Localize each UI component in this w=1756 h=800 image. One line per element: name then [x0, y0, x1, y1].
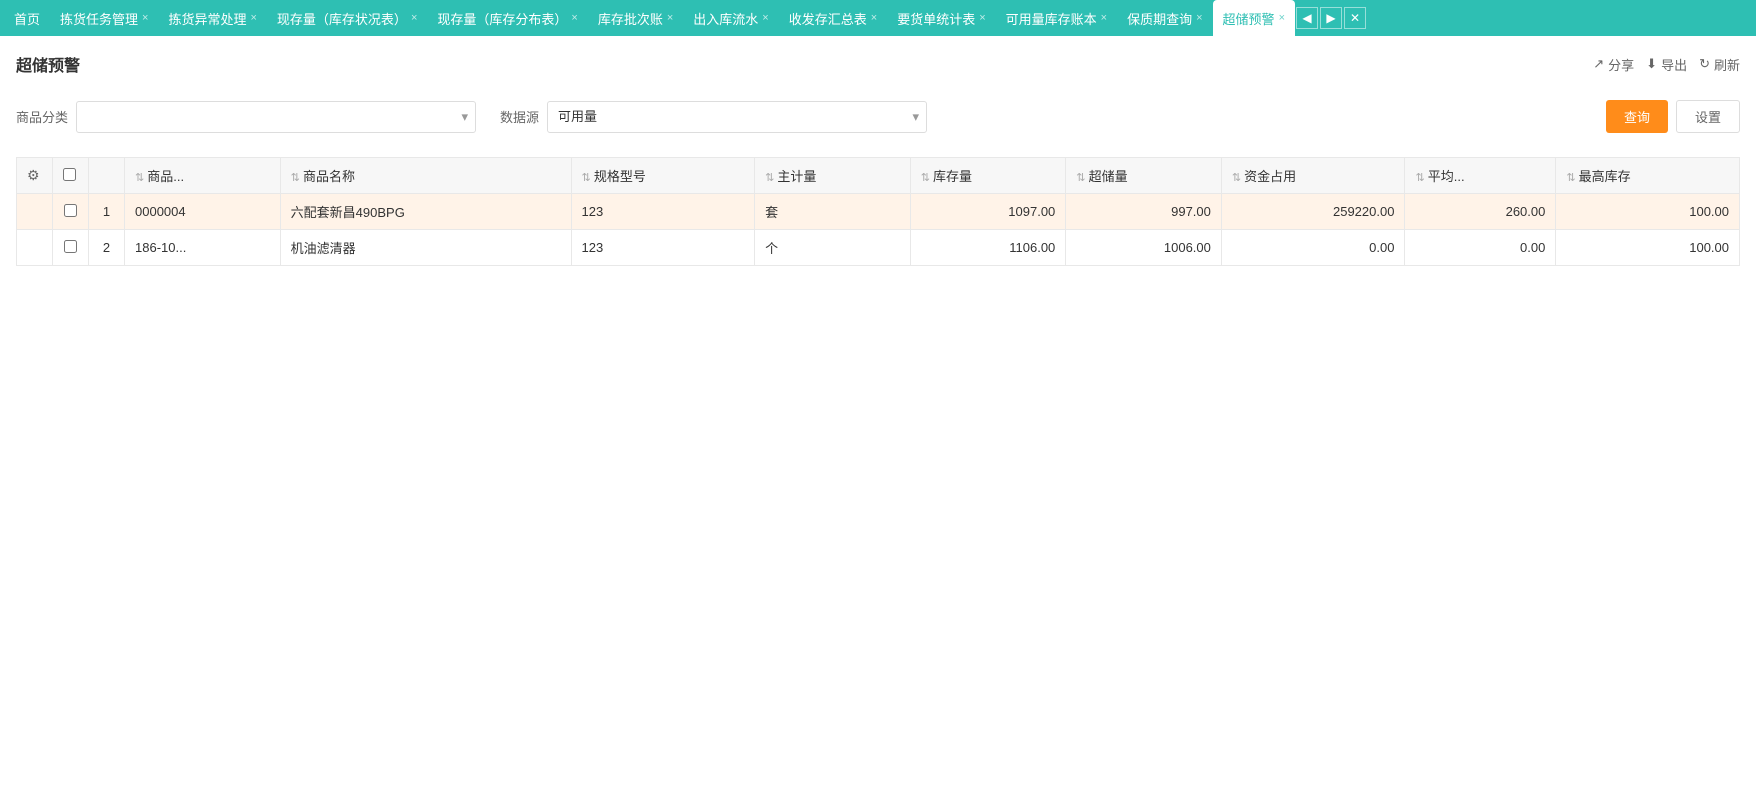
row1-product-name: 六配套新昌490BPG: [280, 194, 571, 230]
row2-product-code: 186-10...: [125, 230, 281, 266]
close-tab-stock-batch[interactable]: ×: [667, 12, 673, 24]
close-tab-task-mgmt[interactable]: ×: [142, 12, 148, 24]
row1-checkbox[interactable]: [64, 204, 77, 217]
datasource-select[interactable]: 可用量 库存量: [547, 101, 927, 133]
close-tab-collect-summary[interactable]: ×: [871, 12, 877, 24]
close-tab-available-stock[interactable]: ×: [1101, 12, 1107, 24]
share-button[interactable]: ↗ 分享: [1593, 55, 1634, 74]
export-icon: ⬇: [1646, 56, 1657, 72]
data-table: ⚙ 商品... 商品名称 规格型号 主计量: [16, 157, 1740, 266]
nav-tab-task-mgmt[interactable]: 拣货任务管理 ×: [50, 0, 158, 36]
query-button[interactable]: 查询: [1606, 100, 1668, 133]
nav-tab-order-stats[interactable]: 要货单统计表 ×: [887, 0, 995, 36]
header-actions: ↗ 分享 ⬇ 导出 ↻ 刷新: [1593, 55, 1740, 74]
nav-arrow-close[interactable]: ✕: [1344, 7, 1366, 29]
row2-capital: 0.00: [1221, 230, 1405, 266]
category-label: 商品分类: [16, 107, 68, 126]
row2-index: 2: [89, 230, 125, 266]
row1-capital: 259220.00: [1221, 194, 1405, 230]
row2-max-stock: 100.00: [1556, 230, 1740, 266]
row2-settings-cell: [17, 230, 53, 266]
th-product-code[interactable]: 商品...: [125, 158, 281, 194]
th-index: [89, 158, 125, 194]
category-filter: 商品分类: [16, 101, 476, 133]
th-spec[interactable]: 规格型号: [571, 158, 755, 194]
close-tab-overstock-warning[interactable]: ×: [1279, 12, 1285, 24]
nav-tab-stock-status[interactable]: 现存量（库存状况表） ×: [267, 0, 427, 36]
row2-product-name: 机油滤清器: [280, 230, 571, 266]
nav-tab-quality-check[interactable]: 保质期查询 ×: [1117, 0, 1212, 36]
row1-avg: 260.00: [1405, 194, 1556, 230]
table-body: 1 0000004 六配套新昌490BPG 123 套 1097.00 997.…: [17, 194, 1740, 266]
filter-actions: 查询 设置: [1606, 100, 1740, 133]
row2-stock: 1106.00: [910, 230, 1066, 266]
export-button[interactable]: ⬇ 导出: [1646, 55, 1687, 74]
page-header: 超储预警 ↗ 分享 ⬇ 导出 ↻ 刷新: [16, 52, 1740, 76]
nav-arrow-right[interactable]: ▶: [1320, 7, 1342, 29]
th-unit[interactable]: 主计量: [755, 158, 911, 194]
top-nav: 首页 拣货任务管理 × 拣货异常处理 × 现存量（库存状况表） × 现存量（库存…: [0, 0, 1756, 36]
category-select-wrapper: [76, 101, 476, 133]
nav-tab-home[interactable]: 首页: [4, 0, 50, 36]
select-all-checkbox[interactable]: [63, 168, 76, 181]
table-header: ⚙ 商品... 商品名称 规格型号 主计量: [17, 158, 1740, 194]
nav-tab-stock-dist[interactable]: 现存量（库存分布表） ×: [427, 0, 587, 36]
th-overstock[interactable]: 超储量: [1066, 158, 1222, 194]
row2-overstock: 1006.00: [1066, 230, 1222, 266]
nav-tab-overstock-warning[interactable]: 超储预警 ×: [1213, 0, 1295, 36]
row1-settings-cell: [17, 194, 53, 230]
row2-checkbox[interactable]: [64, 240, 77, 253]
th-max-stock[interactable]: 最高库存: [1556, 158, 1740, 194]
table-row: 2 186-10... 机油滤清器 123 个 1106.00 1006.00 …: [17, 230, 1740, 266]
close-tab-stock-dist[interactable]: ×: [571, 12, 577, 24]
filter-bar: 商品分类 数据源 可用量 库存量 查询 设置: [16, 92, 1740, 141]
datasource-filter: 数据源 可用量 库存量: [500, 101, 927, 133]
row1-checkbox-cell: [53, 194, 89, 230]
th-product-name[interactable]: 商品名称: [280, 158, 571, 194]
close-tab-abnormal[interactable]: ×: [250, 12, 256, 24]
settings-button[interactable]: 设置: [1676, 100, 1740, 133]
th-settings: ⚙: [17, 158, 53, 194]
datasource-label: 数据源: [500, 107, 539, 126]
row1-index: 1: [89, 194, 125, 230]
refresh-button[interactable]: ↻ 刷新: [1699, 55, 1740, 74]
row2-checkbox-cell: [53, 230, 89, 266]
row1-stock: 1097.00: [910, 194, 1066, 230]
row2-unit: 个: [755, 230, 911, 266]
nav-arrow-left[interactable]: ◀: [1296, 7, 1318, 29]
close-tab-order-stats[interactable]: ×: [979, 12, 985, 24]
row1-spec: 123: [571, 194, 755, 230]
nav-tab-stock-batch[interactable]: 库存批次账 ×: [588, 0, 683, 36]
nav-tab-available-stock[interactable]: 可用量库存账本 ×: [996, 0, 1117, 36]
category-select[interactable]: [76, 101, 476, 133]
row1-overstock: 997.00: [1066, 194, 1222, 230]
row1-product-code: 0000004: [125, 194, 281, 230]
datasource-select-wrapper: 可用量 库存量: [547, 101, 927, 133]
page-title: 超储预警: [16, 52, 80, 76]
nav-tab-abnormal[interactable]: 拣货异常处理 ×: [158, 0, 266, 36]
th-avg[interactable]: 平均...: [1405, 158, 1556, 194]
row2-spec: 123: [571, 230, 755, 266]
th-capital[interactable]: 资金占用: [1221, 158, 1405, 194]
close-tab-inout-flow[interactable]: ×: [762, 12, 768, 24]
close-tab-stock-status[interactable]: ×: [411, 12, 417, 24]
table-row: 1 0000004 六配套新昌490BPG 123 套 1097.00 997.…: [17, 194, 1740, 230]
nav-tab-collect-summary[interactable]: 收发存汇总表 ×: [779, 0, 887, 36]
page-content: 超储预警 ↗ 分享 ⬇ 导出 ↻ 刷新 商品分类: [0, 36, 1756, 800]
settings-icon[interactable]: ⚙: [27, 167, 40, 183]
share-icon: ↗: [1593, 56, 1604, 72]
table-header-row: ⚙ 商品... 商品名称 规格型号 主计量: [17, 158, 1740, 194]
th-stock[interactable]: 库存量: [910, 158, 1066, 194]
th-checkbox: [53, 158, 89, 194]
close-tab-quality-check[interactable]: ×: [1196, 12, 1202, 24]
refresh-icon: ↻: [1699, 56, 1710, 72]
nav-tab-inout-flow[interactable]: 出入库流水 ×: [683, 0, 778, 36]
row1-unit: 套: [755, 194, 911, 230]
row2-avg: 0.00: [1405, 230, 1556, 266]
row1-max-stock: 100.00: [1556, 194, 1740, 230]
